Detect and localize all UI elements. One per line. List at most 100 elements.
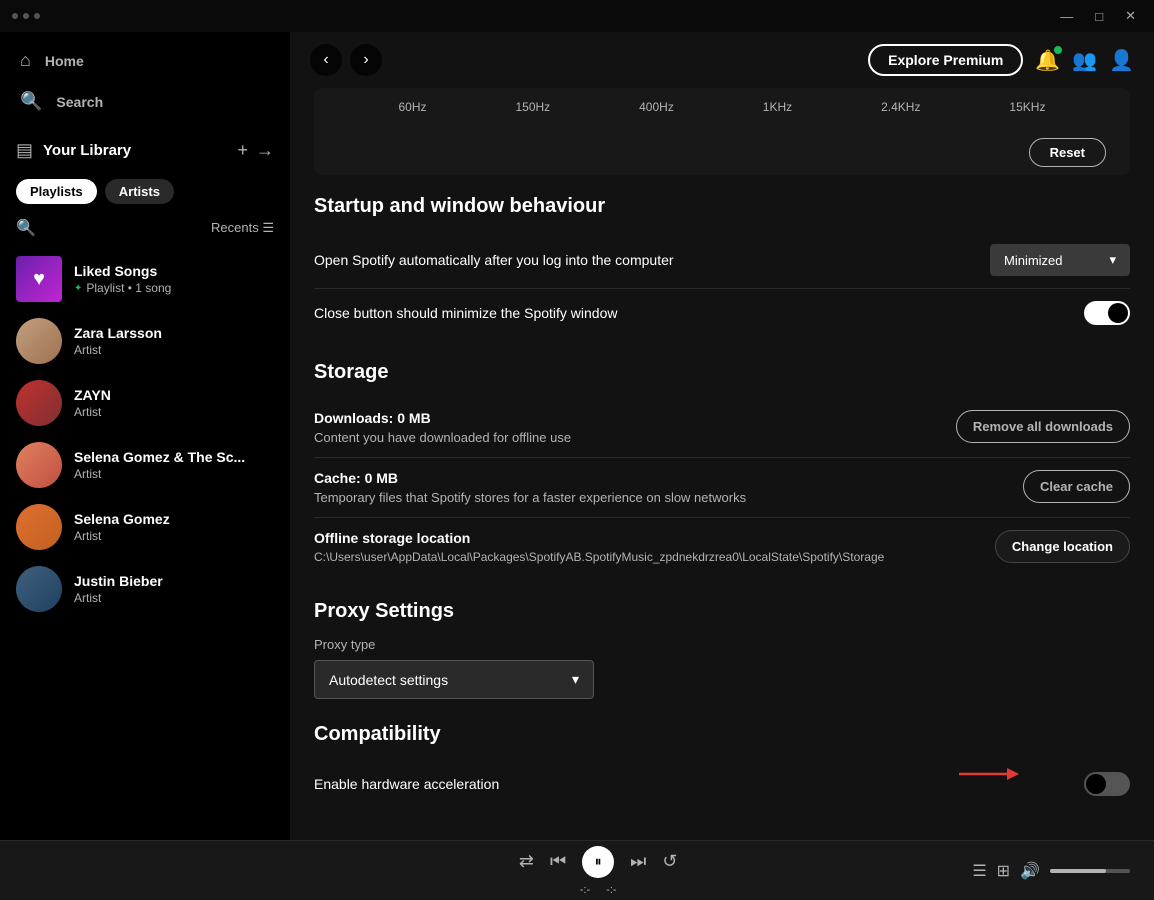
offline-storage-label: Offline storage location — [314, 530, 884, 546]
player-progress: -:- -:- — [580, 884, 617, 896]
hardware-accel-label: Enable hardware acceleration — [314, 776, 499, 792]
eq-band-15khz: 15KHz — [1009, 100, 1045, 114]
eq-band-150hz: 150Hz — [515, 100, 550, 114]
liked-songs-info: Liked Songs ✦ Playlist • 1 song — [74, 263, 171, 295]
selena-sc-avatar — [16, 442, 62, 488]
playlists-filter-button[interactable]: Playlists — [16, 179, 97, 204]
list-item[interactable]: Selena Gomez Artist — [0, 496, 290, 558]
offline-storage-item: Offline storage location C:\Users\user\A… — [314, 518, 1130, 576]
titlebar: — □ ✕ — [0, 0, 1154, 32]
selena-gomez-sub: Artist — [74, 529, 170, 543]
sidebar-home-label: Home — [45, 53, 84, 69]
topbar-navigation: ‹ › — [310, 44, 382, 76]
green-dot-icon: ✦ — [74, 283, 82, 294]
offline-storage-row: Offline storage location C:\Users\user\A… — [314, 530, 1130, 564]
eq-band-60hz: 60Hz — [398, 100, 426, 114]
shuffle-button[interactable]: ⇄ — [519, 851, 534, 872]
library-icon: ▤ — [16, 140, 33, 161]
topbar-actions: Explore Premium 🔔 👥 👤 — [868, 44, 1134, 76]
volume-icon[interactable]: 🔊 — [1020, 861, 1040, 881]
list-item[interactable]: Selena Gomez & The Sc... Artist — [0, 434, 290, 496]
play-pause-button[interactable]: ⏸ — [582, 846, 614, 878]
total-time: -:- — [606, 884, 616, 896]
eq-band-400hz: 400Hz — [639, 100, 674, 114]
equalizer-reset-button[interactable]: Reset — [1029, 138, 1106, 167]
close-button-setting: Close button should minimize the Spotify… — [314, 289, 1130, 337]
forward-button[interactable]: › — [350, 44, 382, 76]
cache-label: Cache: 0 MB — [314, 470, 746, 486]
close-button-toggle[interactable] — [1084, 301, 1130, 325]
notifications-icon[interactable]: 🔔 — [1035, 48, 1060, 73]
sidebar-nav: ⌂ Home 🔍 Search — [0, 32, 290, 130]
list-item[interactable]: Zara Larsson Artist — [0, 310, 290, 372]
change-location-button[interactable]: Change location — [995, 530, 1130, 563]
player-center: ⇄ ⏮ ⏸ ⏭ ↺ -:- -:- — [224, 846, 972, 896]
library-label: Your Library — [43, 142, 237, 159]
profile-icon[interactable]: 👤 — [1109, 48, 1134, 73]
hardware-accel-toggle-knob — [1086, 774, 1106, 794]
library-header[interactable]: ▤ Your Library + → — [0, 130, 290, 171]
downloads-label: Downloads: 0 MB — [314, 410, 571, 426]
hardware-accel-toggle[interactable] — [1084, 772, 1130, 796]
sidebar-item-home[interactable]: ⌂ Home — [0, 40, 290, 81]
sidebar: ⌂ Home 🔍 Search ▤ Your Library + → Playl… — [0, 32, 290, 840]
next-button[interactable]: ⏭ — [630, 851, 646, 872]
back-button[interactable]: ‹ — [310, 44, 342, 76]
auto-start-label: Open Spotify automatically after you log… — [314, 252, 674, 268]
zara-larsson-sub: Artist — [74, 343, 162, 357]
add-library-button[interactable]: + — [237, 140, 248, 161]
downloads-storage-item: Downloads: 0 MB Content you have downloa… — [314, 398, 1130, 458]
devices-icon[interactable]: ⊞ — [997, 861, 1010, 881]
equalizer-row: 60Hz 150Hz 400Hz 1KHz 2.4KHz 15KHz — [314, 88, 1130, 130]
titlebar-controls: — □ ✕ — [1054, 6, 1142, 26]
sidebar-search-label: Search — [56, 94, 103, 110]
close-button[interactable]: ✕ — [1119, 6, 1142, 26]
list-item[interactable]: ♥ Liked Songs ✦ Playlist • 1 song — [0, 248, 290, 310]
expand-library-button[interactable]: → — [256, 140, 274, 161]
clear-cache-button[interactable]: Clear cache — [1023, 470, 1130, 503]
titlebar-dot — [23, 13, 29, 19]
zayn-avatar — [16, 380, 62, 426]
list-item[interactable]: ZAYN Artist — [0, 372, 290, 434]
minimize-button[interactable]: — — [1054, 7, 1079, 26]
reset-row: Reset — [314, 130, 1130, 175]
library-actions: + → — [237, 140, 274, 161]
proxy-section: Proxy Settings Proxy type Autodetect set… — [314, 600, 1130, 699]
selena-gomez-avatar — [16, 504, 62, 550]
repeat-button[interactable]: ↺ — [662, 851, 677, 872]
titlebar-dot — [12, 13, 18, 19]
remove-downloads-button[interactable]: Remove all downloads — [956, 410, 1130, 443]
justin-bieber-sub: Artist — [74, 591, 163, 605]
list-item[interactable]: Justin Bieber Artist — [0, 558, 290, 620]
auto-start-dropdown[interactable]: Minimized ▾ — [990, 244, 1130, 276]
library-list: ♥ Liked Songs ✦ Playlist • 1 song Zara L… — [0, 244, 290, 840]
volume-bar[interactable] — [1050, 869, 1130, 873]
zayn-name: ZAYN — [74, 387, 111, 403]
topbar: ‹ › Explore Premium 🔔 👥 👤 — [290, 32, 1154, 88]
auto-start-setting: Open Spotify automatically after you log… — [314, 232, 1130, 289]
artists-filter-button[interactable]: Artists — [105, 179, 174, 204]
friends-icon[interactable]: 👥 — [1072, 48, 1097, 73]
library-search-row: 🔍 Recents ☰ — [0, 212, 290, 244]
queue-icon[interactable]: ☰ — [972, 861, 986, 881]
zara-larsson-name: Zara Larsson — [74, 325, 162, 341]
sidebar-item-search[interactable]: 🔍 Search — [0, 81, 290, 122]
proxy-type-dropdown[interactable]: Autodetect settings ▾ — [314, 660, 594, 699]
eq-band-2-4khz: 2.4KHz — [881, 100, 920, 114]
search-icon: 🔍 — [20, 91, 42, 112]
titlebar-dot — [34, 13, 40, 19]
proxy-section-title: Proxy Settings — [314, 600, 1130, 623]
selena-gomez-info: Selena Gomez Artist — [74, 511, 170, 543]
library-filters: Playlists Artists — [0, 171, 290, 212]
close-button-label: Close button should minimize the Spotify… — [314, 305, 618, 321]
recents-label[interactable]: Recents ☰ — [211, 220, 274, 236]
cache-desc: Temporary files that Spotify stores for … — [314, 490, 746, 505]
explore-premium-button[interactable]: Explore Premium — [868, 44, 1023, 76]
library-search-icon[interactable]: 🔍 — [16, 218, 36, 238]
notification-dot — [1054, 46, 1062, 54]
maximize-button[interactable]: □ — [1089, 7, 1109, 26]
main-layout: ⌂ Home 🔍 Search ▤ Your Library + → Playl… — [0, 32, 1154, 840]
arrow-indicator — [959, 766, 1019, 782]
previous-button[interactable]: ⏮ — [550, 851, 566, 872]
zara-larsson-info: Zara Larsson Artist — [74, 325, 162, 357]
